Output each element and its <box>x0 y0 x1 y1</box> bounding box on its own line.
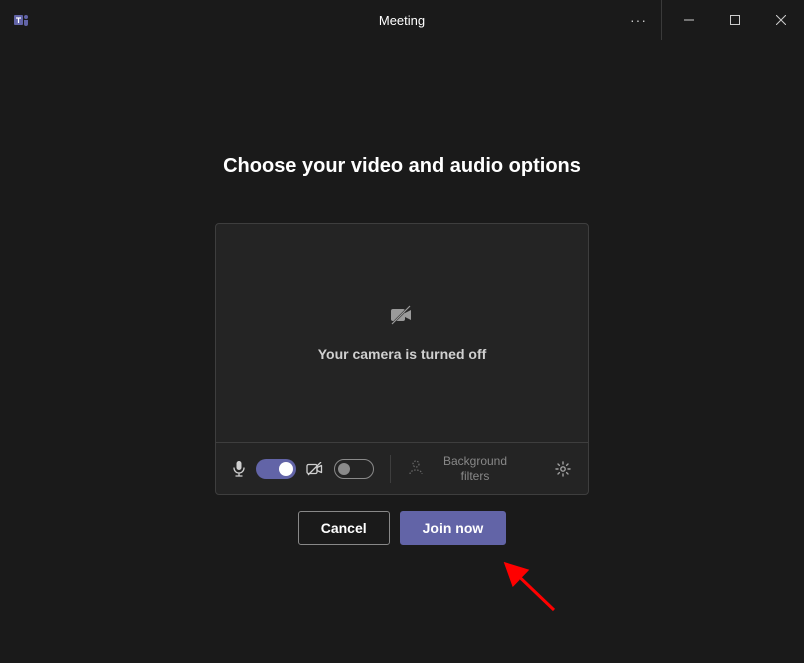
titlebar: Meeting ··· <box>0 0 804 40</box>
window-title: Meeting <box>379 13 425 28</box>
camera-icon[interactable] <box>306 462 324 476</box>
toggle-knob <box>279 462 293 476</box>
microphone-icon[interactable] <box>232 460 246 478</box>
divider <box>390 455 391 483</box>
camera-off-icon <box>389 305 415 332</box>
background-filters-label: Background filters <box>435 454 515 483</box>
page-heading: Choose your video and audio options <box>223 155 581 178</box>
minimize-button[interactable] <box>666 0 712 40</box>
cancel-label: Cancel <box>321 520 367 536</box>
camera-off-label: Your camera is turned off <box>318 346 487 362</box>
toggle-knob <box>338 463 350 475</box>
microphone-toggle[interactable] <box>256 459 296 479</box>
join-now-button[interactable]: Join now <box>400 511 507 545</box>
person-blur-icon <box>407 458 425 479</box>
join-label: Join now <box>423 520 484 536</box>
background-filters-button[interactable]: Background filters <box>407 454 544 483</box>
cancel-button[interactable]: Cancel <box>298 511 390 545</box>
device-controls: Background filters <box>216 442 588 494</box>
action-buttons: Cancel Join now <box>298 511 507 545</box>
close-button[interactable] <box>758 0 804 40</box>
annotation-arrow <box>494 558 564 618</box>
maximize-button[interactable] <box>712 0 758 40</box>
main-content: Choose your video and audio options Your… <box>0 40 804 545</box>
camera-toggle[interactable] <box>334 459 374 479</box>
device-settings-button[interactable] <box>554 460 572 478</box>
teams-app-icon <box>12 10 32 30</box>
video-audio-panel: Your camera is turned off Background fil… <box>215 223 589 495</box>
camera-preview: Your camera is turned off <box>216 224 588 442</box>
more-options-button[interactable]: ··· <box>616 0 662 40</box>
